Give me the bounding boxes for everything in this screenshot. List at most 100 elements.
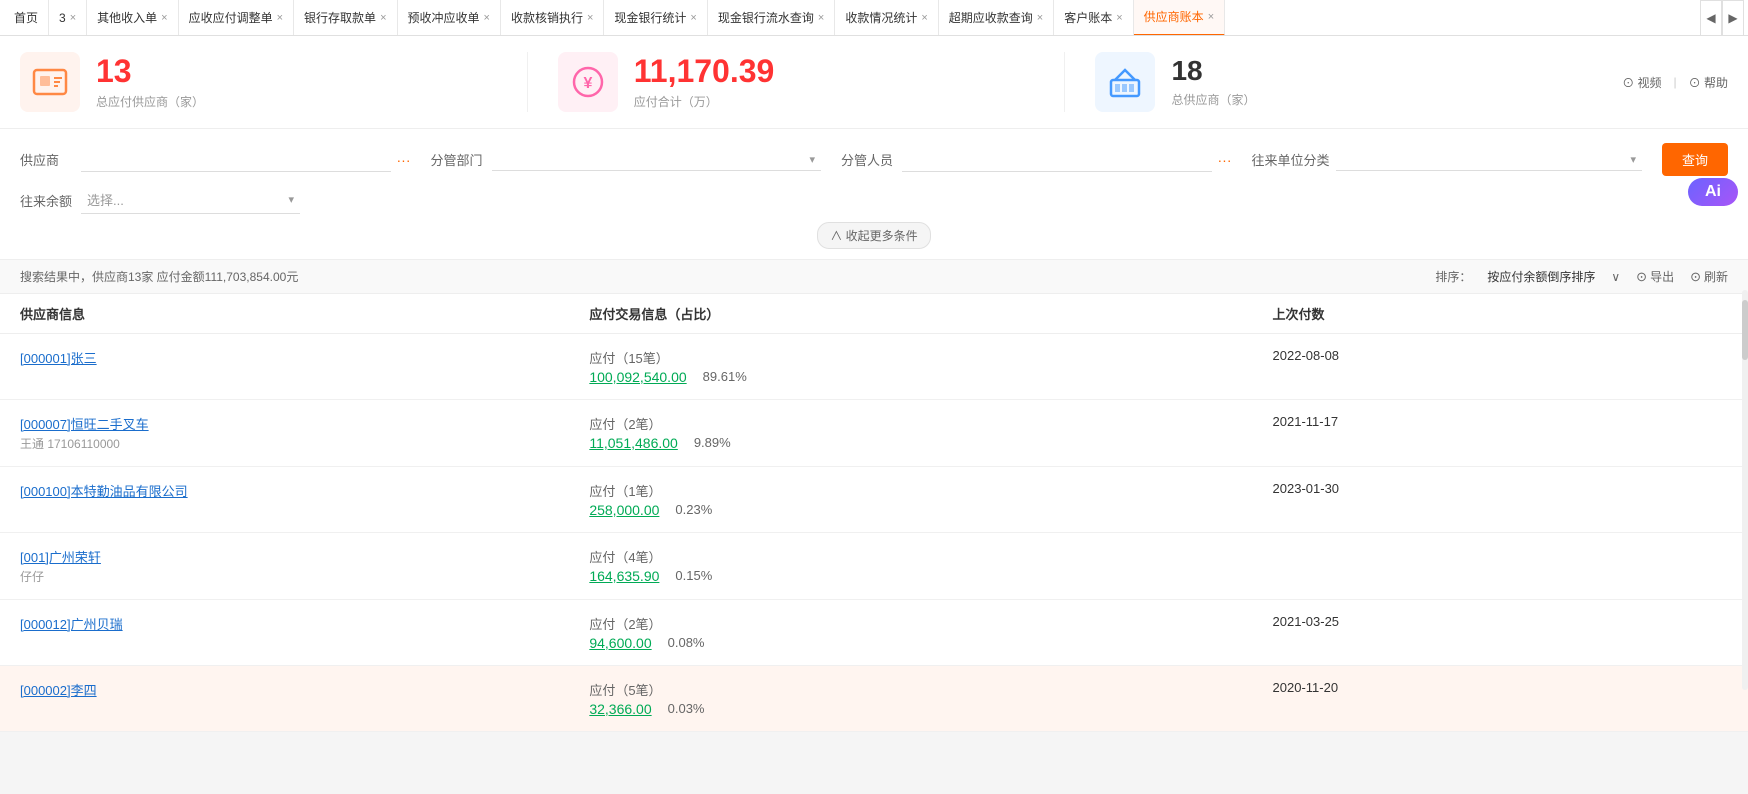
- close-icon[interactable]: ×: [587, 12, 593, 24]
- filter-row-2: 往来余额 选择... ▾: [20, 186, 1728, 214]
- supplier-info-col: [000012]广州贝瑞: [20, 614, 589, 633]
- dept-select[interactable]: ▾: [492, 149, 822, 171]
- nav-tab-overdue-label: 超期应收款查询: [949, 9, 1033, 26]
- nav-tab-receipt-exec[interactable]: 收款核销执行 ×: [501, 0, 604, 36]
- close-icon[interactable]: ×: [380, 12, 386, 24]
- payable-pct: 0.03%: [668, 701, 705, 716]
- payable-amount[interactable]: 32,366.00: [589, 701, 651, 717]
- nav-tab-customer-ledger-label: 客户账本: [1064, 9, 1112, 26]
- close-icon[interactable]: ×: [70, 12, 76, 24]
- lastpay-col: 2022-08-08: [1273, 348, 1728, 363]
- sort-value[interactable]: 按应付余额倒序排序: [1487, 268, 1595, 285]
- lastpay-col: 2021-11-17: [1273, 414, 1728, 429]
- nav-tab-cash-bank-stat[interactable]: 现金银行统计 ×: [604, 0, 707, 36]
- close-icon[interactable]: ×: [1116, 12, 1122, 24]
- last-pay-date: 2022-08-08: [1273, 348, 1340, 363]
- nav-tab-3[interactable]: 3 ×: [49, 0, 87, 36]
- supplier-input[interactable]: [81, 148, 391, 172]
- stat-block-payable-suppliers: 13 总应付供应商（家）: [20, 52, 528, 112]
- last-pay-date: 2021-11-17: [1273, 414, 1339, 429]
- scrollbar-thumb[interactable]: [1742, 300, 1748, 360]
- nav-tab-cash-bank-stat-label: 现金银行统计: [614, 9, 686, 26]
- table-header: 供应商信息 应付交易信息（占比） 上次付数: [0, 294, 1748, 334]
- table-row[interactable]: [000001]张三 应付（15笔） 100,092,540.00 89.61%…: [0, 334, 1748, 400]
- payable-amount[interactable]: 258,000.00: [589, 502, 659, 518]
- table-row[interactable]: [000007]恒旺二手叉车 王通 17106110000 应付（2笔） 11,…: [0, 400, 1748, 467]
- total-supplier-label: 总供应商（家）: [1171, 91, 1572, 108]
- supplier-name-link[interactable]: [000012]广州贝瑞: [20, 614, 589, 633]
- supplier-sub: 仔仔: [20, 568, 589, 585]
- supplier-info-col: [000001]张三: [20, 348, 589, 367]
- supplier-name-link[interactable]: [000001]张三: [20, 348, 589, 367]
- nav-tab-other-income-label: 其他收入单: [97, 9, 157, 26]
- close-icon[interactable]: ×: [161, 12, 167, 24]
- nav-tab-supplier-ledger-label: 供应商账本: [1144, 8, 1204, 25]
- supplier-dots-btn[interactable]: ···: [397, 152, 411, 168]
- transaction-info-col: 应付（1笔） 258,000.00 0.23%: [589, 481, 1272, 518]
- payable-amount[interactable]: 11,051,486.00: [589, 435, 678, 451]
- last-pay-date: 2021-03-25: [1273, 614, 1340, 629]
- supplier-info-col: [000002]李四: [20, 680, 589, 699]
- nav-tab-bank-deposit[interactable]: 银行存取款单 ×: [294, 0, 397, 36]
- supplier-name-link[interactable]: [000007]恒旺二手叉车: [20, 414, 589, 433]
- category-label: 往来单位分类: [1252, 150, 1330, 169]
- close-icon[interactable]: ×: [818, 12, 824, 24]
- transaction-info-col: 应付（4笔） 164,635.90 0.15%: [589, 547, 1272, 584]
- nav-tab-adjustment[interactable]: 应收应付调整单 ×: [179, 0, 294, 36]
- transaction-info-col: 应付（15笔） 100,092,540.00 89.61%: [589, 348, 1272, 385]
- payable-amount[interactable]: 164,635.90: [589, 568, 659, 584]
- total-payable-label: 应付合计（万）: [634, 93, 1035, 110]
- supplier-name-link[interactable]: [000002]李四: [20, 680, 589, 699]
- supplier-name-link[interactable]: [001]广州荣轩: [20, 547, 589, 566]
- table-row[interactable]: [000002]李四 应付（5笔） 32,366.00 0.03% 2020-1…: [0, 666, 1748, 732]
- person-dots-btn[interactable]: ···: [1218, 152, 1232, 168]
- person-input[interactable]: [902, 148, 1212, 172]
- category-select[interactable]: ▾: [1336, 149, 1642, 171]
- nav-tab-supplier-ledger[interactable]: 供应商账本 ×: [1134, 0, 1225, 36]
- nav-scroll-right[interactable]: ▶: [1722, 0, 1744, 36]
- close-icon[interactable]: ×: [921, 12, 927, 24]
- payable-label: 应付（4笔）: [589, 547, 1272, 566]
- stat-block-total-payable: ¥ 11,170.39 应付合计（万）: [528, 52, 1066, 112]
- close-icon[interactable]: ×: [1037, 12, 1043, 24]
- nav-tab-receipt-stat[interactable]: 收款情况统计 ×: [835, 0, 938, 36]
- sort-arrow-icon[interactable]: ∨: [1611, 270, 1620, 284]
- refresh-button[interactable]: ⊙ 刷新: [1690, 268, 1728, 285]
- stat-block-total-suppliers: 18 总供应商（家）: [1065, 52, 1602, 112]
- close-icon[interactable]: ×: [484, 12, 490, 24]
- payable-amount[interactable]: 100,092,540.00: [589, 369, 686, 385]
- nav-tab-other-income[interactable]: 其他收入单 ×: [87, 0, 178, 36]
- close-icon[interactable]: ×: [1208, 11, 1214, 23]
- nav-scroll-left[interactable]: ◀: [1700, 0, 1722, 36]
- help-link[interactable]: ⊙ 帮助: [1689, 74, 1728, 91]
- scrollbar[interactable]: [1742, 290, 1748, 690]
- refresh-icon: ⊙: [1690, 269, 1701, 285]
- results-summary: 搜索结果中，供应商13家 应付金额111,703,854.00元: [20, 268, 298, 285]
- nav-tab-prepay[interactable]: 预收冲应收单 ×: [398, 0, 501, 36]
- nav-tab-customer-ledger[interactable]: 客户账本 ×: [1054, 0, 1133, 36]
- close-icon[interactable]: ×: [690, 12, 696, 24]
- supplier-name-link[interactable]: [000100]本特勤油品有限公司: [20, 481, 589, 500]
- table-row[interactable]: [000100]本特勤油品有限公司 应付（1笔） 258,000.00 0.23…: [0, 467, 1748, 533]
- video-link[interactable]: ⊙ 视频: [1622, 74, 1661, 91]
- balance-label: 往来余额: [20, 191, 75, 210]
- export-button[interactable]: ⊙ 导出: [1636, 268, 1674, 285]
- main-table: 供应商信息 应付交易信息（占比） 上次付数 [000001]张三 应付（15笔）…: [0, 294, 1748, 732]
- nav-tab-overdue[interactable]: 超期应收款查询 ×: [939, 0, 1054, 36]
- collapse-button[interactable]: ∧ 收起更多条件: [817, 222, 930, 249]
- query-button[interactable]: 查询: [1662, 143, 1728, 176]
- payable-pct: 0.15%: [675, 568, 712, 583]
- ai-badge[interactable]: Ai: [1688, 178, 1738, 206]
- header-supplier: 供应商信息: [20, 304, 589, 323]
- nav-tab-cash-flow[interactable]: 现金银行流水查询 ×: [708, 0, 835, 36]
- transaction-info-col: 应付（5笔） 32,366.00 0.03%: [589, 680, 1272, 717]
- nav-tab-prepay-label: 预收冲应收单: [408, 9, 480, 26]
- payable-amount[interactable]: 94,600.00: [589, 635, 651, 651]
- close-icon[interactable]: ×: [277, 12, 283, 24]
- nav-tab-receipt-exec-label: 收款核销执行: [511, 9, 583, 26]
- table-row[interactable]: [001]广州荣轩 仔仔 应付（4笔） 164,635.90 0.15%: [0, 533, 1748, 600]
- total-payable-amount: 11,170.39: [634, 54, 1035, 89]
- table-row[interactable]: [000012]广州贝瑞 应付（2笔） 94,600.00 0.08% 2021…: [0, 600, 1748, 666]
- balance-select[interactable]: 选择... ▾: [81, 186, 300, 214]
- nav-tab-home[interactable]: 首页: [4, 0, 49, 36]
